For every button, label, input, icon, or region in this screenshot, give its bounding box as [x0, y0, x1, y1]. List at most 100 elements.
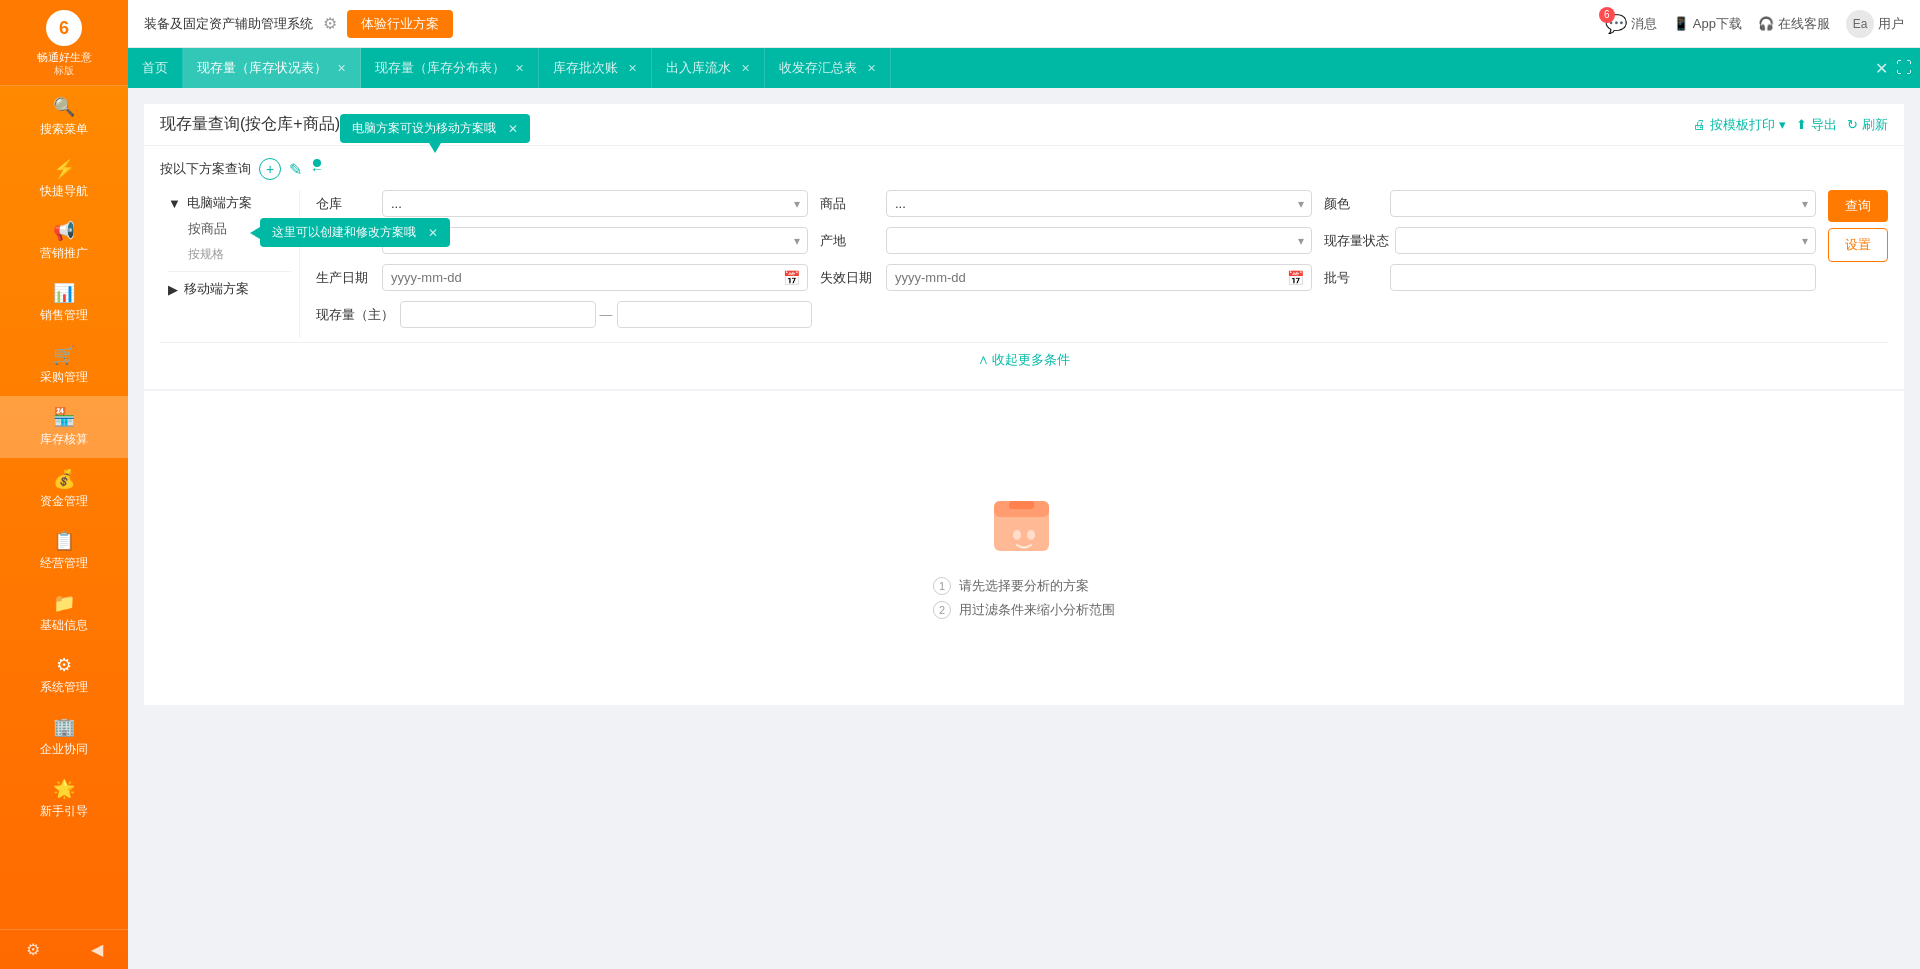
- batch-input[interactable]: [1390, 264, 1816, 291]
- sidebar-item-marketing[interactable]: 📢 营销推广: [0, 210, 128, 272]
- sidebar-item-operations[interactable]: 📋 经营管理: [0, 520, 128, 582]
- sidebar-item-inventory[interactable]: 🏪 库存核算: [0, 396, 128, 458]
- message-btn[interactable]: 💬 6 消息: [1605, 13, 1657, 35]
- sidebar-item-guide[interactable]: 🌟 新手引导: [0, 768, 128, 830]
- maximize-icon[interactable]: ⛶: [1896, 59, 1912, 77]
- tab-batch-ledger[interactable]: 库存批次账 ✕: [539, 48, 652, 88]
- empty-icon-wrap: [974, 471, 1074, 561]
- trial-button[interactable]: 体验行业方案: [347, 10, 453, 38]
- tooltip-desktop-scheme: 电脑方案可设为移动方案哦 ✕: [340, 114, 530, 143]
- lightning-icon: ⚡: [53, 158, 75, 180]
- logo-text: 畅通好生意 标版: [37, 50, 92, 77]
- expire-date-start-input[interactable]: [886, 264, 1312, 291]
- tooltip-create-scheme: 这里可以创建和修改方案哦 ✕: [260, 218, 450, 247]
- page-title: 现存量查询(按仓库+商品): [160, 114, 340, 135]
- filter-header: 按以下方案查询 + ✎ ← 电脑方案可设为移动方案哦 ✕: [160, 158, 1888, 180]
- expire-date-range: 📅: [886, 264, 1312, 291]
- sidebar-item-finance[interactable]: 💰 资金管理: [0, 458, 128, 520]
- color-dropdown-icon: ▾: [1802, 197, 1808, 211]
- step-1-num: 1: [933, 577, 951, 595]
- origin-select[interactable]: [886, 227, 1312, 254]
- tooltip2-close[interactable]: ✕: [428, 226, 438, 240]
- filter-left-arrow-btn[interactable]: ←: [310, 161, 324, 177]
- online-service-btn[interactable]: 🎧 在线客服: [1758, 15, 1830, 33]
- tab-in-out-flow[interactable]: 出入库流水 ✕: [652, 48, 765, 88]
- sidebar-item-enterprise[interactable]: 🏢 企业协同: [0, 706, 128, 768]
- stock-qty-min-input[interactable]: [400, 301, 596, 328]
- filter-field-prod-date: 生产日期 📅: [316, 264, 808, 291]
- stock-status-select[interactable]: [1395, 227, 1816, 254]
- color-select[interactable]: [1390, 190, 1816, 217]
- collapse-sidebar-icon[interactable]: ◀: [91, 940, 103, 959]
- scheme-separator: [168, 271, 291, 272]
- query-button[interactable]: 查询: [1828, 190, 1888, 222]
- filter-field-batch: 批号: [1324, 264, 1816, 291]
- prod-date-start-input[interactable]: [382, 264, 808, 291]
- tab-close-recv-summary[interactable]: ✕: [867, 62, 876, 75]
- filter-field-origin: 产地 ▾: [820, 227, 1312, 254]
- stock-qty-max-input[interactable]: [617, 301, 813, 328]
- origin-label: 产地: [820, 232, 880, 250]
- cart-icon: 🛒: [53, 344, 75, 366]
- stock-status-select-wrap: ▾: [1395, 227, 1816, 254]
- filter-row-4: 现存量（主） —: [316, 301, 1816, 328]
- money-icon: 💰: [53, 468, 75, 490]
- prod-date-start-wrap: 📅: [382, 264, 808, 291]
- gear-icon: ⚙: [56, 654, 72, 676]
- origin-dropdown-icon: ▾: [1298, 234, 1304, 248]
- clipboard-icon: 📋: [53, 530, 75, 552]
- empty-illustration: [974, 471, 1074, 561]
- sidebar-item-basic-info[interactable]: 📁 基础信息: [0, 582, 128, 644]
- export-btn[interactable]: ⬆ 导出: [1796, 116, 1837, 134]
- folder-icon: 📁: [53, 592, 75, 614]
- stock-status-dropdown-icon: ▾: [1802, 234, 1808, 248]
- sidebar-item-system[interactable]: ⚙ 系统管理: [0, 644, 128, 706]
- reset-button[interactable]: 设置: [1828, 228, 1888, 262]
- stock-qty-label: 现存量（主）: [316, 306, 394, 324]
- tab-close-batch-ledger[interactable]: ✕: [628, 62, 637, 75]
- tab-close-inventory-dist[interactable]: ✕: [515, 62, 524, 75]
- tab-close-inventory-status[interactable]: ✕: [337, 62, 346, 75]
- store-icon: 🏪: [53, 406, 75, 428]
- user-menu-btn[interactable]: Ea 用户: [1846, 10, 1904, 38]
- scheme-mobile-header[interactable]: ▶ 移动端方案: [160, 276, 299, 302]
- stock-qty-range: —: [400, 301, 812, 328]
- template-print-btn[interactable]: 🖨 按模板打印 ▾: [1693, 116, 1786, 134]
- user-avatar: Ea: [1846, 10, 1874, 38]
- chart-icon: 📊: [53, 282, 75, 304]
- filter-add-btn[interactable]: +: [259, 158, 281, 180]
- app-download-btn[interactable]: 📱 App下载: [1673, 15, 1742, 33]
- phone-icon: 📱: [1673, 16, 1689, 31]
- close-tab-icon[interactable]: ✕: [1875, 59, 1888, 78]
- scheme-desktop-header[interactable]: ▼ 电脑端方案: [160, 190, 299, 216]
- tab-home[interactable]: 首页: [128, 48, 183, 88]
- tab-recv-summary[interactable]: 收发存汇总表 ✕: [765, 48, 891, 88]
- chevron-up-icon: ∧: [978, 352, 993, 367]
- color-select-wrap: ▾: [1390, 190, 1816, 217]
- range-separator: —: [600, 307, 613, 322]
- empty-state: 1 请先选择要分析的方案 2 用过滤条件来缩小分析范围: [144, 391, 1904, 705]
- sidebar-item-sales[interactable]: 📊 销售管理: [0, 272, 128, 334]
- tab-inventory-dist[interactable]: 现存量（库存分布表） ✕: [361, 48, 539, 88]
- sidebar-item-search[interactable]: 🔍 搜索菜单: [0, 86, 128, 148]
- filter-action-buttons: 查询 设置: [1828, 190, 1888, 262]
- batch-input-wrap: [1390, 264, 1816, 291]
- filter-edit-btn[interactable]: ✎: [289, 160, 302, 179]
- goods-dropdown-icon: ▾: [1298, 197, 1304, 211]
- warehouse-select[interactable]: ...: [382, 190, 808, 217]
- header-left: 装备及固定资产辅助管理系统 ⚙ 体验行业方案: [144, 10, 453, 38]
- goods-select[interactable]: ...: [886, 190, 1312, 217]
- search-icon: 🔍: [53, 96, 75, 118]
- tab-close-in-out-flow[interactable]: ✕: [741, 62, 750, 75]
- header-settings-icon[interactable]: ⚙: [323, 14, 337, 33]
- collapse-more-btn[interactable]: ∧ 收起更多条件: [160, 342, 1888, 377]
- refresh-btn[interactable]: ↻ 刷新: [1847, 116, 1888, 134]
- tab-bar-actions: ✕ ⛶: [1875, 59, 1920, 78]
- tooltip1-close[interactable]: ✕: [508, 122, 518, 136]
- sidebar-nav: 🔍 搜索菜单 ⚡ 快捷导航 📢 营销推广 📊 销售管理 🛒 采购管理 🏪 库存核…: [0, 86, 128, 929]
- sidebar-item-quick-nav[interactable]: ⚡ 快捷导航: [0, 148, 128, 210]
- svg-point-3: [1013, 530, 1021, 540]
- settings-bottom-icon[interactable]: ⚙: [26, 940, 40, 959]
- sidebar-item-purchase[interactable]: 🛒 采购管理: [0, 334, 128, 396]
- tab-inventory-status[interactable]: 现存量（库存状况表） ✕: [183, 48, 361, 88]
